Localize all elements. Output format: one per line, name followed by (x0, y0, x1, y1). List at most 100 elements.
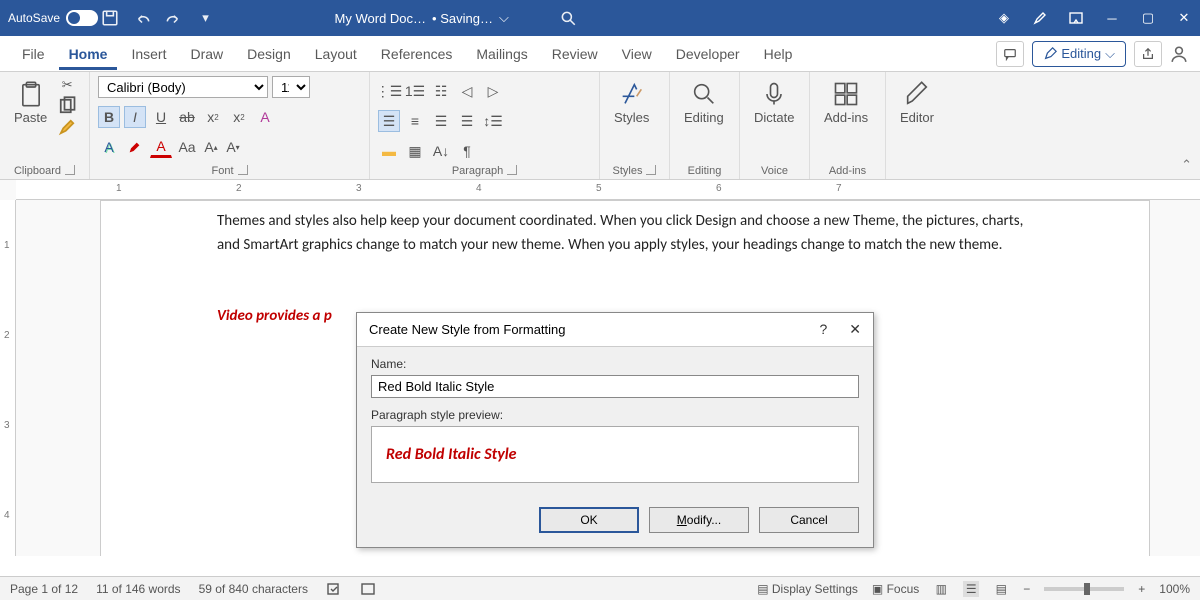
borders-button[interactable]: ▦ (404, 140, 426, 162)
autosave-toggle[interactable]: AutoSave On (8, 10, 89, 26)
tab-help[interactable]: Help (754, 38, 803, 70)
account-icon[interactable] (1170, 45, 1188, 63)
tab-review[interactable]: Review (542, 38, 608, 70)
subscript-button[interactable]: x2 (202, 106, 224, 128)
highlight-button[interactable] (124, 136, 146, 158)
search-icon[interactable] (559, 9, 577, 27)
spellcheck-icon[interactable] (326, 581, 342, 597)
ribbon-display-icon[interactable] (1068, 10, 1084, 26)
accessibility-icon[interactable] (360, 581, 376, 597)
paste-button[interactable]: Paste (8, 76, 53, 129)
zoom-level[interactable]: 100% (1159, 582, 1190, 596)
strikethrough-button[interactable]: ab (176, 106, 198, 128)
clear-format-button[interactable]: A (254, 106, 276, 128)
body-paragraph[interactable]: Themes and styles also help keep your do… (217, 209, 1039, 257)
char-count[interactable]: 59 of 840 characters (199, 582, 308, 596)
focus-mode[interactable]: ▣ Focus (872, 582, 919, 596)
zoom-slider[interactable] (1044, 587, 1124, 591)
redo-icon[interactable] (165, 9, 183, 27)
modify-button[interactable]: Modify... (649, 507, 749, 533)
increase-indent-button[interactable]: ▷ (482, 80, 504, 102)
grow-font-button[interactable]: A▴ (202, 136, 220, 158)
sort-button[interactable]: A↓ (430, 140, 452, 162)
addins-button[interactable]: Add-ins (818, 76, 874, 129)
tab-developer[interactable]: Developer (666, 38, 750, 70)
decrease-indent-button[interactable]: ◁ (456, 80, 478, 102)
styles-button[interactable]: Styles (608, 76, 655, 129)
tab-insert[interactable]: Insert (121, 38, 176, 70)
copy-icon[interactable] (57, 97, 77, 115)
line-spacing-button[interactable]: ↕☰ (482, 110, 504, 132)
italic-button[interactable]: I (124, 106, 146, 128)
undo-icon[interactable] (133, 9, 151, 27)
dictate-button[interactable]: Dictate (748, 76, 800, 129)
styles-launcher-icon[interactable] (646, 165, 656, 175)
help-icon[interactable]: ? (819, 321, 827, 338)
diamond-icon[interactable]: ◈ (996, 10, 1012, 26)
tab-design[interactable]: Design (237, 38, 301, 70)
share-button[interactable] (1134, 41, 1162, 67)
editor-button[interactable]: Editor (894, 76, 940, 129)
vertical-ruler[interactable]: 1 2 3 4 (0, 200, 16, 556)
comments-button[interactable] (996, 41, 1024, 67)
ruler-tick: 4 (4, 510, 10, 521)
shading-button[interactable]: ▬ (378, 140, 400, 162)
document-title[interactable]: My Word Doc… • Saving… ⌵ (335, 10, 509, 26)
font-launcher-icon[interactable] (238, 165, 248, 175)
font-name-select[interactable]: Calibri (Body) (98, 76, 268, 98)
change-case-button[interactable]: Aa (176, 136, 198, 158)
justify-button[interactable]: ☰ (456, 110, 478, 132)
tab-file[interactable]: File (12, 38, 55, 70)
brush-icon[interactable] (1032, 10, 1048, 26)
tab-view[interactable]: View (612, 38, 662, 70)
tab-references[interactable]: References (371, 38, 463, 70)
multilevel-button[interactable]: ☷ (430, 80, 452, 102)
zoom-out-icon[interactable]: − (1023, 582, 1030, 596)
ruler-tick: 4 (476, 183, 482, 194)
bold-button[interactable]: B (98, 106, 120, 128)
word-count[interactable]: 11 of 146 words (96, 582, 181, 596)
zoom-in-icon[interactable]: + (1138, 582, 1145, 596)
align-right-button[interactable]: ☰ (430, 110, 452, 132)
tab-mailings[interactable]: Mailings (466, 38, 537, 70)
underline-button[interactable]: U (150, 106, 172, 128)
display-settings[interactable]: ▤ Display Settings (757, 582, 858, 596)
superscript-button[interactable]: x2 (228, 106, 250, 128)
cut-icon[interactable]: ✂ (57, 76, 77, 94)
editing-find-button[interactable]: Editing (678, 76, 730, 129)
font-size-select[interactable]: 11 (272, 76, 310, 98)
paragraph-launcher-icon[interactable] (507, 165, 517, 175)
ok-button[interactable]: OK (539, 507, 639, 533)
page-indicator[interactable]: Page 1 of 12 (10, 582, 78, 596)
style-name-input[interactable] (371, 375, 859, 398)
tab-layout[interactable]: Layout (305, 38, 367, 70)
numbering-button[interactable]: 1☰ (404, 80, 426, 102)
cancel-button[interactable]: Cancel (759, 507, 859, 533)
format-painter-icon[interactable] (57, 118, 77, 136)
text-effects-button[interactable]: A (98, 136, 120, 158)
bullets-button[interactable]: ⋮☰ (378, 80, 400, 102)
align-center-button[interactable]: ≡ (404, 110, 426, 132)
collapse-ribbon-icon[interactable]: ⌃ (1181, 157, 1192, 173)
modify-text: odify... (687, 513, 721, 527)
save-icon[interactable] (101, 9, 119, 27)
clipboard-launcher-icon[interactable] (65, 165, 75, 175)
group-styles: Styles Styles (600, 72, 670, 179)
dialog-titlebar[interactable]: Create New Style from Formatting ? ✕ (357, 313, 873, 347)
minimize-icon[interactable]: ─ (1104, 10, 1120, 26)
show-marks-button[interactable]: ¶ (456, 140, 478, 162)
web-layout-icon[interactable]: ▤ (993, 581, 1009, 597)
shrink-font-button[interactable]: A▾ (224, 136, 242, 158)
tab-draw[interactable]: Draw (180, 38, 233, 70)
read-mode-icon[interactable]: ▥ (933, 581, 949, 597)
align-left-button[interactable]: ☰ (378, 110, 400, 132)
print-layout-icon[interactable]: ☰ (963, 581, 979, 597)
qat-dropdown-icon[interactable]: ▾ (197, 9, 215, 27)
horizontal-ruler[interactable]: 1 2 3 4 5 6 7 (16, 180, 1200, 200)
close-icon[interactable]: ✕ (849, 321, 861, 338)
tab-home[interactable]: Home (59, 38, 118, 70)
close-icon[interactable]: ✕ (1176, 10, 1192, 26)
editing-mode-button[interactable]: Editing ⌵ (1032, 41, 1126, 67)
font-color-button[interactable]: A (150, 136, 172, 158)
maximize-icon[interactable]: ▢ (1140, 10, 1156, 26)
